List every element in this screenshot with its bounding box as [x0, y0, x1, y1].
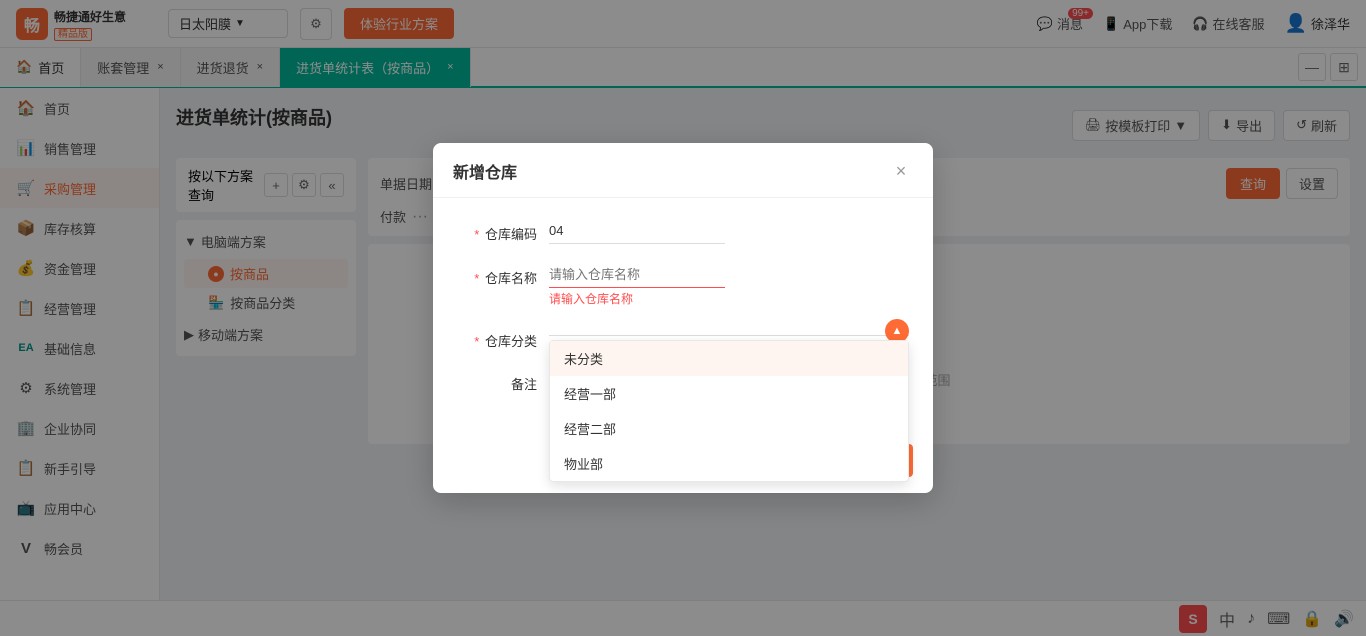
category-option-dept2[interactable]: 经营二部	[550, 411, 908, 446]
warehouse-code-row: * 仓库编码	[457, 218, 909, 244]
dialog-overlay: 新增仓库 × * 仓库编码 * 仓库名称	[0, 0, 1366, 636]
dialog-body: * 仓库编码 * 仓库名称 请输入仓库名称	[433, 198, 933, 432]
dialog-header: 新增仓库 ×	[433, 143, 933, 198]
warehouse-category-wrap: ▲ 未分类 经营一部 经营二部 物业部	[549, 325, 909, 336]
dialog-close-button[interactable]: ×	[889, 159, 913, 183]
dropdown-arrow-icon[interactable]: ▲	[885, 319, 909, 343]
category-option-dept1[interactable]: 经营一部	[550, 376, 908, 411]
warehouse-code-input[interactable]	[549, 218, 725, 244]
dialog-title: 新增仓库	[453, 159, 517, 183]
category-option-dept3[interactable]: 物业部	[550, 446, 908, 481]
warehouse-code-wrap	[549, 218, 909, 244]
warehouse-name-wrap: 请输入仓库名称	[549, 262, 909, 307]
remark-label: 备注	[457, 368, 537, 393]
warehouse-name-row: * 仓库名称 请输入仓库名称	[457, 262, 909, 307]
warehouse-category-row: * 仓库分类 ▲ 未分类 经营一部 经营二部 物业部	[457, 325, 909, 350]
category-option-uncategorized[interactable]: 未分类	[550, 341, 908, 376]
category-dropdown-trigger[interactable]	[549, 325, 909, 336]
warehouse-name-input[interactable]	[549, 262, 725, 288]
warehouse-code-label: * 仓库编码	[457, 218, 537, 243]
warehouse-name-label: * 仓库名称	[457, 262, 537, 287]
warehouse-name-error: 请输入仓库名称	[549, 290, 909, 307]
new-warehouse-dialog: 新增仓库 × * 仓库编码 * 仓库名称	[433, 143, 933, 493]
warehouse-category-label: * 仓库分类	[457, 325, 537, 350]
category-dropdown-menu: 未分类 经营一部 经营二部 物业部	[549, 340, 909, 482]
